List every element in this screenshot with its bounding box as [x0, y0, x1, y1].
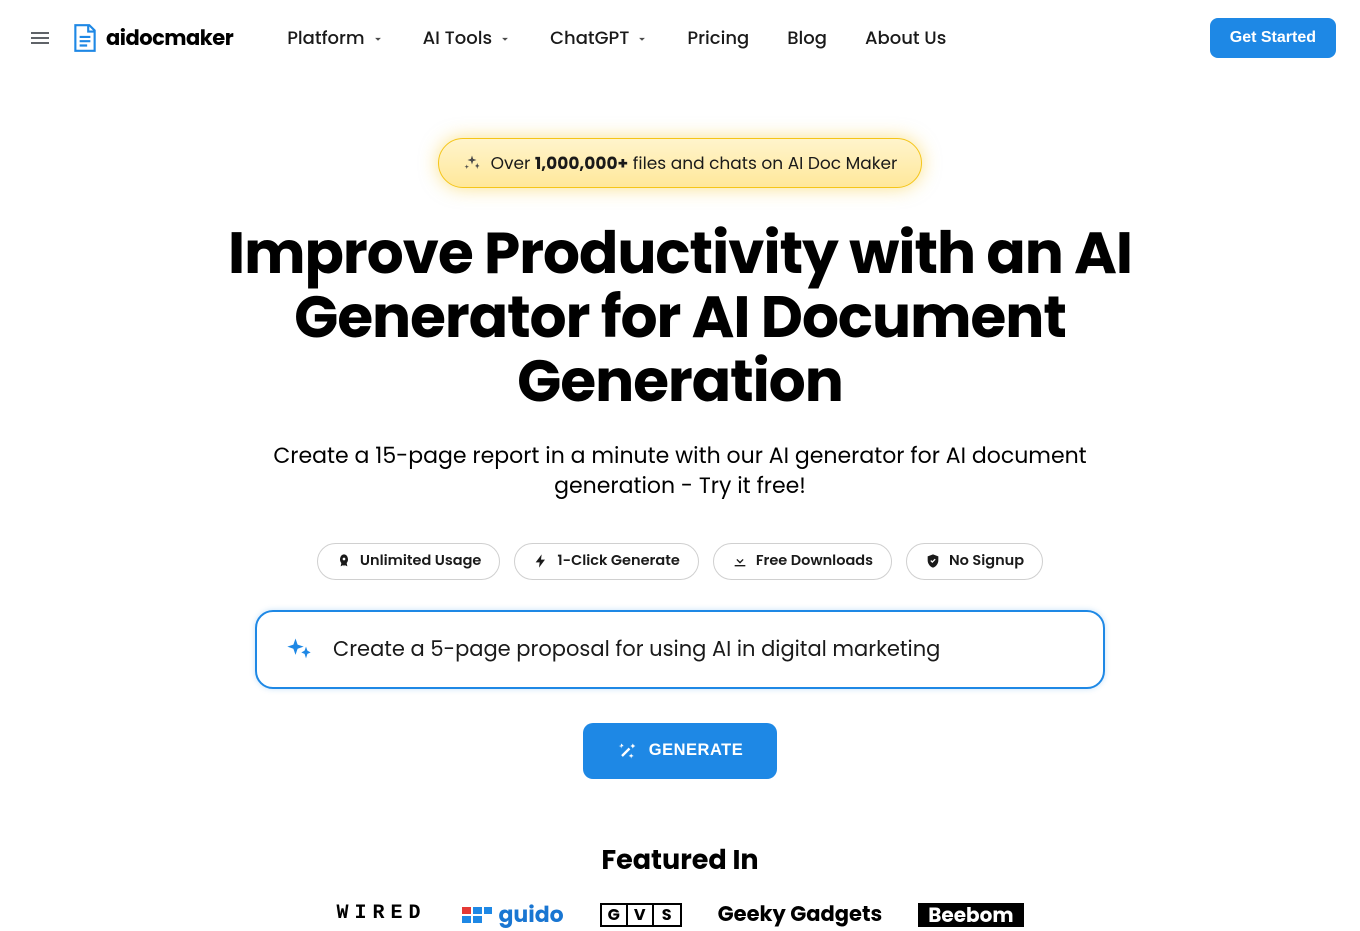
chip-nosignup-label: No Signup — [949, 551, 1024, 572]
chip-nosignup: No Signup — [906, 543, 1043, 580]
bolt-icon — [533, 553, 549, 569]
logo-text: aidocmaker — [106, 23, 233, 54]
generate-button[interactable]: GENERATE — [583, 723, 777, 779]
nav-chatgpt-label: ChatGPT — [550, 25, 629, 52]
logo-guido-text: guido — [498, 898, 563, 931]
menu-button[interactable] — [24, 22, 56, 54]
prompt-box[interactable] — [255, 610, 1105, 689]
logo-doc-icon — [72, 23, 98, 53]
hero: Over 1,000,000+ files and chats on AI Do… — [0, 76, 1360, 927]
prompt-input[interactable] — [333, 634, 1075, 665]
main-nav: Platform AI Tools ChatGPT Pricing Blog A… — [287, 25, 946, 52]
nav-about[interactable]: About Us — [865, 25, 946, 52]
logo-beebom: Beebom — [918, 903, 1023, 927]
sparkle-icon — [285, 635, 313, 663]
chevron-down-icon — [635, 32, 649, 46]
featured-logos: WIRED guido G V S Geeky Gadgets Beebom — [336, 903, 1023, 927]
magic-wand-icon — [617, 741, 637, 761]
nav-aitools-label: AI Tools — [423, 25, 492, 52]
badge-text: Over 1,000,000+ files and chats on AI Do… — [491, 150, 898, 176]
logo-gvs: G V S — [600, 903, 682, 927]
sparkle-icon — [463, 154, 481, 172]
nav-blog[interactable]: Blog — [787, 25, 827, 52]
stats-badge: Over 1,000,000+ files and chats on AI Do… — [438, 138, 923, 188]
logo[interactable]: aidocmaker — [72, 23, 233, 54]
chip-free: Free Downloads — [713, 543, 892, 580]
get-started-button[interactable]: Get Started — [1210, 18, 1336, 58]
generate-button-label: GENERATE — [649, 741, 743, 760]
logo-wired: WIRED — [336, 903, 426, 927]
nav-blog-label: Blog — [787, 25, 827, 52]
featured-section: Featured In WIRED guido G V S Geeky Gadg… — [336, 841, 1023, 927]
nav-chatgpt[interactable]: ChatGPT — [550, 25, 649, 52]
chip-unlimited-label: Unlimited Usage — [360, 551, 481, 572]
logo-guido-icon — [462, 907, 492, 923]
rocket-icon — [336, 553, 352, 569]
nav-platform[interactable]: Platform — [287, 25, 384, 52]
chip-oneclick: 1-Click Generate — [514, 543, 698, 580]
chip-free-label: Free Downloads — [756, 551, 873, 572]
chip-unlimited: Unlimited Usage — [317, 543, 500, 580]
nav-pricing[interactable]: Pricing — [687, 25, 749, 52]
nav-pricing-label: Pricing — [687, 25, 749, 52]
hero-subtitle: Create a 15-page report in a minute with… — [220, 441, 1140, 500]
chevron-down-icon — [498, 32, 512, 46]
logo-geeky-gadgets: Geeky Gadgets — [718, 903, 883, 927]
chevron-down-icon — [371, 32, 385, 46]
featured-title: Featured In — [336, 841, 1023, 881]
download-icon — [732, 553, 748, 569]
nav-platform-label: Platform — [287, 25, 364, 52]
nav-aitools[interactable]: AI Tools — [423, 25, 512, 52]
feature-chips: Unlimited Usage 1-Click Generate Free Do… — [317, 543, 1043, 580]
shield-check-icon — [925, 553, 941, 569]
header: aidocmaker Platform AI Tools ChatGPT Pri… — [0, 0, 1360, 76]
nav-about-label: About Us — [865, 25, 946, 52]
hamburger-icon — [28, 26, 52, 50]
logo-guido: guido — [462, 903, 563, 927]
hero-title: Improve Productivity with an AI Generato… — [180, 222, 1180, 413]
chip-oneclick-label: 1-Click Generate — [557, 551, 679, 572]
